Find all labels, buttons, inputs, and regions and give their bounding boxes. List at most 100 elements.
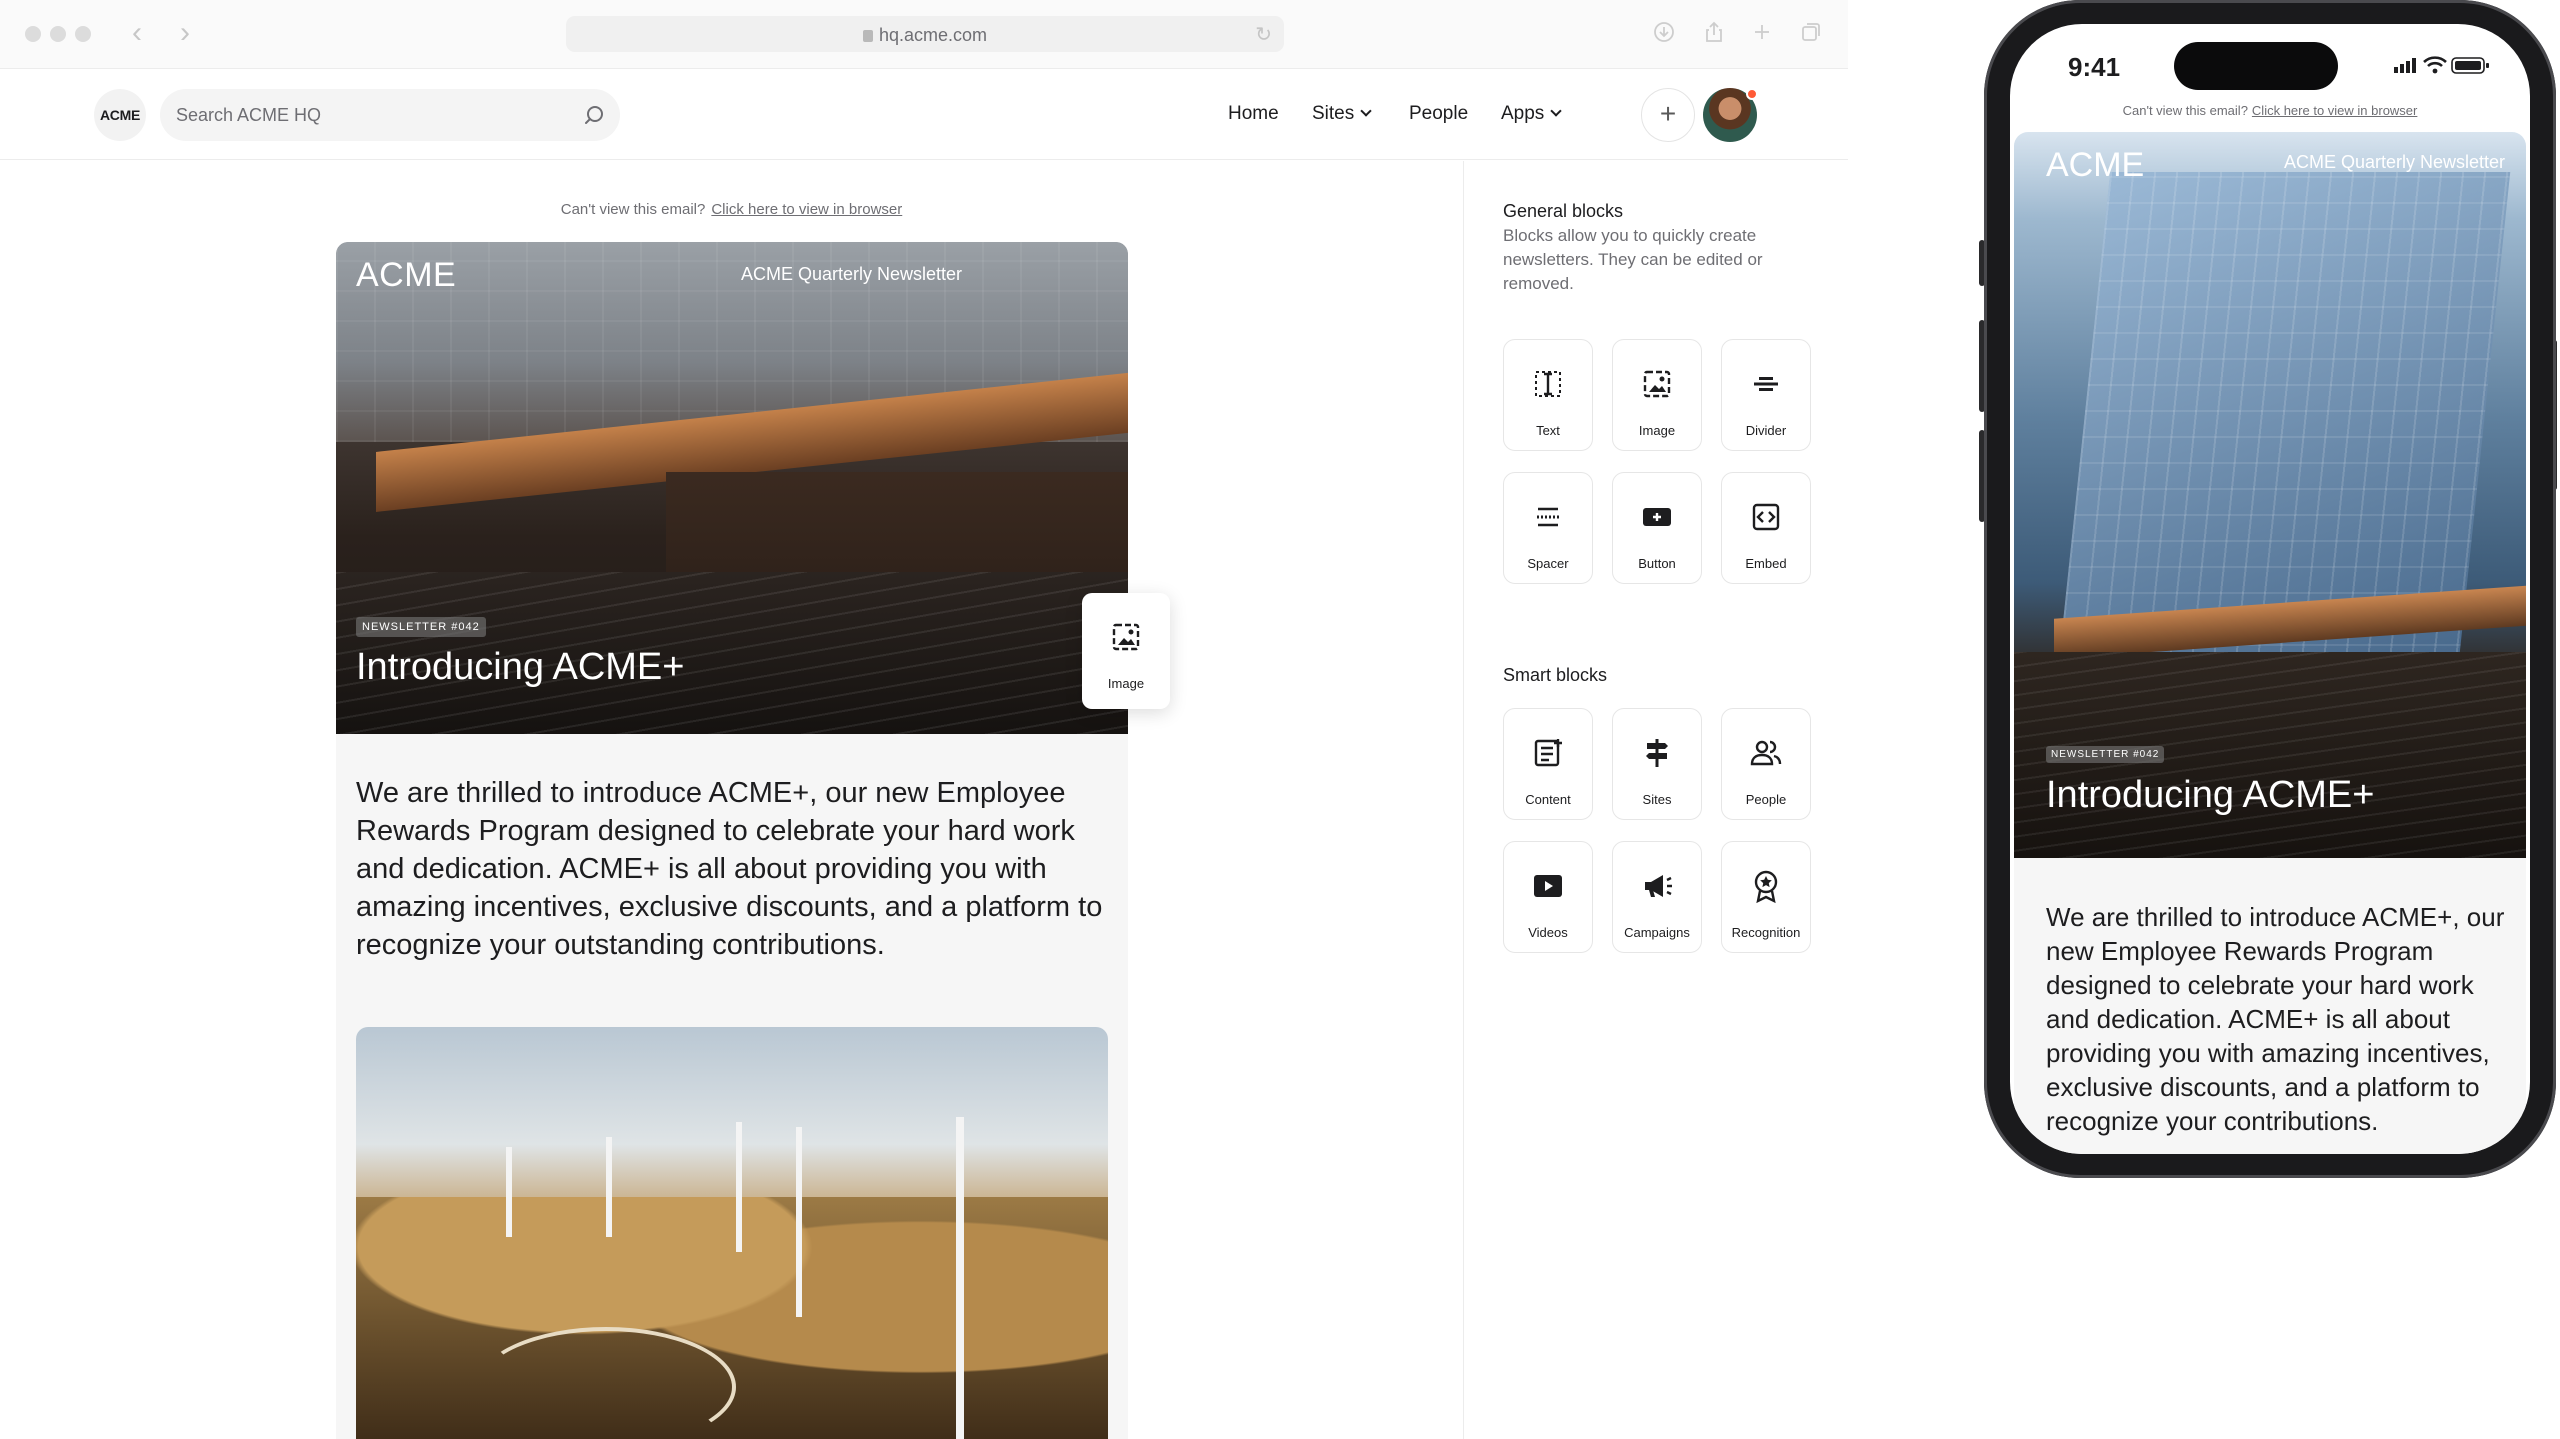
wind-farm-image[interactable]: [356, 1027, 1108, 1439]
cellular-signal-icon: [2394, 58, 2416, 73]
dynamic-island: [2174, 42, 2338, 90]
block-label: Text: [1536, 423, 1560, 438]
general-blocks-title: General blocks: [1503, 201, 1624, 221]
create-button[interactable]: +: [1641, 88, 1695, 142]
people-icon: [1750, 740, 1782, 766]
block-sites[interactable]: Sites: [1612, 708, 1702, 820]
block-text[interactable]: Text: [1503, 339, 1593, 451]
back-arrow-icon[interactable]: ‹: [132, 18, 142, 48]
block-label: Sites: [1642, 792, 1672, 807]
view-in-browser-link[interactable]: Click here to view in browser: [711, 201, 902, 218]
megaphone-icon: [1645, 875, 1672, 897]
embed-icon: [1752, 503, 1780, 531]
battery-icon: [2451, 57, 2489, 74]
status-icons: [2394, 54, 2494, 81]
phone-newsletter-name: ACME Quarterly Newsletter: [2284, 152, 2506, 172]
block-videos[interactable]: Videos: [1503, 841, 1593, 953]
block-label: Videos: [1528, 925, 1568, 940]
nav-people-link[interactable]: People: [1409, 103, 1468, 125]
browser-window: ‹ › hq.acme.com ↻ ACME Home Sites People…: [0, 0, 1848, 1439]
url-text: hq.acme.com: [878, 25, 988, 45]
newsletter-issue-badge: NEWSLETTER #042: [356, 617, 486, 637]
image-icon: [1643, 370, 1671, 398]
phone-view-in-browser-link[interactable]: Click here to view in browser: [2252, 103, 2417, 118]
nav-apps-menu[interactable]: Apps: [1501, 103, 1562, 125]
wind-turbine: [796, 1127, 802, 1317]
wind-turbine: [736, 1122, 742, 1252]
lock-icon: [862, 30, 873, 42]
phone-view-in-browser-row: Can't view this email? Click here to view…: [2010, 103, 2530, 118]
email-newsletter-name: ACME Quarterly Newsletter: [741, 264, 963, 284]
wifi-icon: [2423, 56, 2447, 74]
block-label: Recognition: [1731, 925, 1801, 940]
block-embed[interactable]: Embed: [1721, 472, 1811, 584]
search-input[interactable]: [176, 89, 556, 141]
email-body-text[interactable]: We are thrilled to introduce ACME+, our …: [356, 774, 1108, 964]
email-preview: ACME ACME Quarterly Newsletter NEWSLETTE…: [336, 242, 1128, 1439]
dragging-block-label: Image: [1107, 676, 1145, 691]
block-label: People: [1745, 792, 1787, 807]
view-in-browser-row: Can't view this email? Click here to view…: [0, 201, 1463, 218]
nav-sites-menu[interactable]: Sites: [1312, 103, 1372, 125]
download-icon[interactable]: [1652, 20, 1676, 44]
signpost-icon: [1646, 739, 1668, 767]
divider-icon: [1754, 377, 1778, 391]
share-icon[interactable]: [1702, 20, 1726, 44]
nav-apps-label: Apps: [1501, 103, 1545, 124]
browser-toolbar: ‹ › hq.acme.com ↻: [0, 0, 1848, 69]
block-spacer[interactable]: Spacer: [1503, 472, 1593, 584]
block-campaigns[interactable]: Campaigns: [1612, 841, 1702, 953]
block-people[interactable]: People: [1721, 708, 1811, 820]
chevron-down-icon: [1550, 105, 1562, 117]
acme-logo[interactable]: ACME: [94, 89, 146, 141]
blocks-sidebar: General blocks Blocks allow you to quick…: [1463, 161, 1848, 1439]
spacer-icon: [1537, 507, 1559, 527]
block-label: Campaigns: [1624, 925, 1690, 940]
status-time: 9:41: [2068, 52, 2121, 82]
minimize-window-button[interactable]: [50, 26, 66, 42]
block-label: Spacer: [1527, 556, 1569, 571]
phone-screen: 9:41 Can't view this email? Click here to…: [2010, 24, 2530, 1154]
nav-home-link[interactable]: Home: [1228, 103, 1279, 125]
block-label: Divider: [1745, 423, 1787, 438]
app-header: ACME Home Sites People Apps +: [0, 70, 1848, 160]
email-logo: ACME: [356, 256, 457, 294]
newsletter-editor-canvas: Can't view this email? Click here to view…: [0, 161, 1463, 1439]
new-tab-icon[interactable]: [1750, 20, 1774, 44]
zoom-window-button[interactable]: [75, 26, 91, 42]
block-recognition[interactable]: Recognition: [1721, 841, 1811, 953]
nav-sites-label: Sites: [1312, 103, 1355, 124]
text-block-icon: [1535, 371, 1561, 397]
address-bar[interactable]: hq.acme.com ↻: [566, 16, 1284, 52]
block-content[interactable]: Content: [1503, 708, 1593, 820]
block-label: Image: [1638, 423, 1676, 438]
notification-dot: [1746, 88, 1758, 100]
chevron-down-icon: [1360, 105, 1372, 117]
content-icon: [1534, 739, 1562, 767]
close-window-button[interactable]: [25, 26, 41, 42]
smart-blocks-title: Smart blocks: [1503, 665, 1608, 685]
video-icon: [1534, 875, 1562, 897]
block-label: Button: [1638, 556, 1676, 571]
block-label: Content: [1525, 792, 1571, 807]
search-icon[interactable]: [582, 103, 606, 127]
block-label: Embed: [1745, 556, 1787, 571]
tab-overview-icon[interactable]: [1799, 20, 1823, 44]
email-title: Introducing ACME+: [356, 646, 685, 688]
phone-email-logo: ACME: [2046, 146, 2145, 184]
dragging-image-block[interactable]: Image: [1082, 593, 1170, 709]
button-icon: [1643, 508, 1671, 526]
phone-email-body: We are thrilled to introduce ACME+, our …: [2046, 902, 2505, 1136]
search-box: [160, 89, 620, 141]
forward-arrow-icon[interactable]: ›: [180, 18, 190, 48]
phone-preview: 9:41 Can't view this email? Click here to…: [1984, 0, 2556, 1178]
block-divider[interactable]: Divider: [1721, 339, 1811, 451]
road: [476, 1327, 736, 1439]
block-button[interactable]: Button: [1612, 472, 1702, 584]
image-icon: [1112, 623, 1140, 651]
reload-icon[interactable]: ↻: [1255, 22, 1272, 47]
block-image[interactable]: Image: [1612, 339, 1702, 451]
hero-image[interactable]: ACME ACME Quarterly Newsletter NEWSLETTE…: [336, 242, 1128, 734]
wind-turbine: [956, 1117, 964, 1439]
phone-hero-image: ACME ACME Quarterly Newsletter NEWSLETTE…: [2014, 132, 2526, 858]
